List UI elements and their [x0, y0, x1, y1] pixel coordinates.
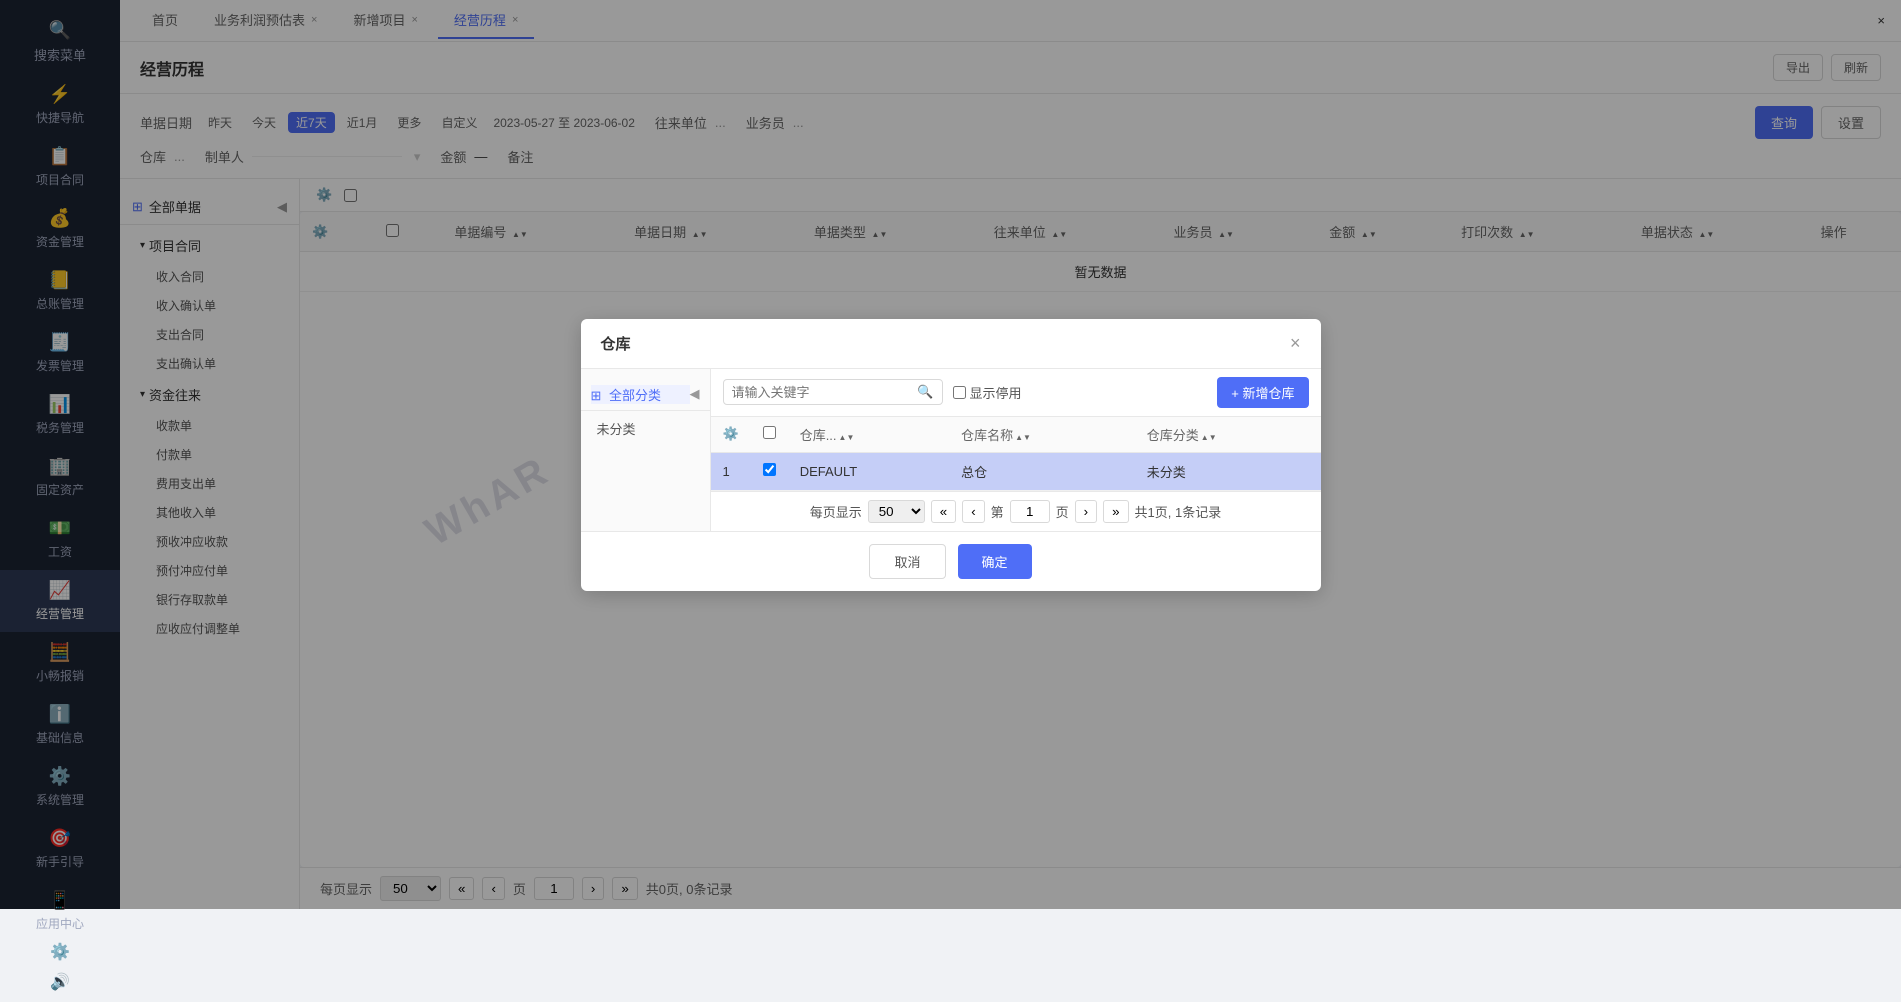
modal-overlay: 仓库 × ⊞ 全部分类 ◀ 未分类	[0, 0, 1901, 909]
settings-icon[interactable]: ⚙️	[50, 942, 70, 962]
modal-page-suffix: 页	[1056, 502, 1069, 521]
modal-show-disabled-checkbox[interactable]: 显示停用	[953, 383, 1022, 402]
show-disabled-input[interactable]	[953, 386, 966, 399]
row-check-input[interactable]	[763, 463, 776, 476]
modal-col-code[interactable]: 仓库...▲▼	[788, 417, 949, 453]
row-checkbox	[751, 452, 788, 490]
modal-col-name[interactable]: 仓库名称▲▼	[949, 417, 1135, 453]
volume-icon[interactable]: 🔊	[50, 972, 70, 992]
table-row[interactable]: 1 DEFAULT 总仓 未分类	[711, 452, 1321, 490]
modal-footer: 取消 确定	[581, 531, 1321, 591]
modal-last-page[interactable]: »	[1103, 500, 1128, 523]
modal-col-settings: ⚙️	[711, 417, 751, 453]
modal-body: ⊞ 全部分类 ◀ 未分类 🔍 显示停用	[581, 369, 1321, 531]
confirm-button[interactable]: 确定	[958, 544, 1032, 579]
modal-prev-page[interactable]: ‹	[962, 500, 984, 523]
modal-sidebar: ⊞ 全部分类 ◀ 未分类	[581, 369, 711, 531]
modal-header: 仓库 ×	[581, 319, 1321, 369]
row-code: DEFAULT	[788, 452, 949, 490]
modal-pagination: 每页显示 50 100 « ‹ 第 页 › » 共1页, 1条记录	[711, 491, 1321, 531]
modal-header-checkbox[interactable]	[763, 426, 776, 439]
modal-col-checkbox	[751, 417, 788, 453]
modal-col-category[interactable]: 仓库分类▲▼	[1135, 417, 1321, 453]
sidebar-item-label: 应用中心	[36, 915, 84, 932]
row-category: 未分类	[1135, 452, 1321, 490]
warehouse-modal: 仓库 × ⊞ 全部分类 ◀ 未分类	[581, 319, 1321, 591]
sidebar-bottom: ⚙️ 🔊	[50, 942, 70, 1002]
modal-per-page-label: 每页显示	[810, 502, 862, 521]
modal-title: 仓库	[601, 333, 631, 354]
modal-page-input[interactable]	[1010, 500, 1050, 523]
row-index: 1	[711, 452, 751, 490]
modal-content: 🔍 显示停用 + 新增仓库 ⚙️	[711, 369, 1321, 531]
cancel-button[interactable]: 取消	[869, 544, 945, 579]
row-name: 总仓	[949, 452, 1135, 490]
modal-sidebar-collapse[interactable]: ◀	[690, 386, 700, 402]
add-warehouse-button[interactable]: + 新增仓库	[1217, 377, 1308, 408]
modal-search: 🔍	[723, 379, 943, 405]
modal-total-info: 共1页, 1条记录	[1135, 502, 1222, 521]
modal-next-page[interactable]: ›	[1075, 500, 1097, 523]
modal-per-page-select[interactable]: 50 100	[868, 500, 925, 523]
modal-search-input[interactable]	[732, 385, 918, 400]
modal-toolbar: 🔍 显示停用 + 新增仓库	[711, 369, 1321, 417]
modal-all-category[interactable]: ⊞ 全部分类	[591, 385, 690, 404]
modal-close-button[interactable]: ×	[1290, 333, 1301, 354]
modal-unclassified[interactable]: 未分类	[581, 411, 710, 446]
modal-page-label: 第	[991, 502, 1004, 521]
modal-table: ⚙️ 仓库...▲▼ 仓库名称▲▼ 仓库分类▲▼ 1 DEF	[711, 417, 1321, 491]
warehouse-table: ⚙️ 仓库...▲▼ 仓库名称▲▼ 仓库分类▲▼ 1 DEF	[711, 417, 1321, 491]
modal-first-page[interactable]: «	[931, 500, 956, 523]
modal-search-icon[interactable]: 🔍	[917, 384, 933, 400]
